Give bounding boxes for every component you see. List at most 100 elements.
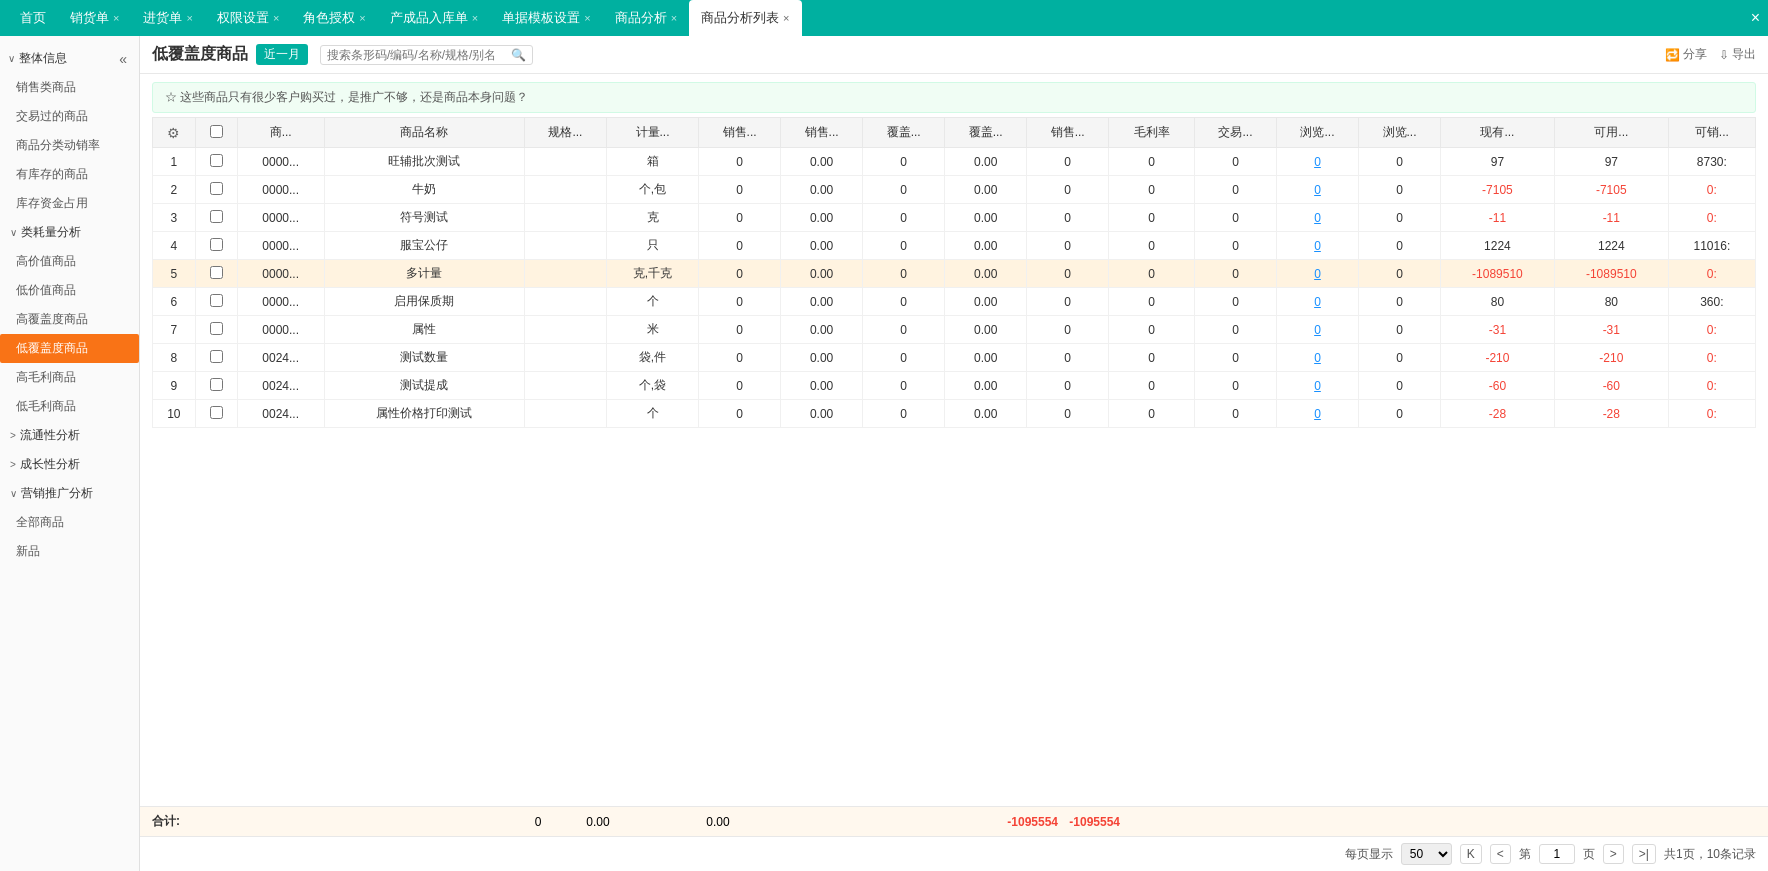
col-current[interactable]: 现有... [1441, 118, 1555, 148]
col-sales3[interactable]: 销售... [1027, 118, 1109, 148]
nav-goods-analysis-list[interactable]: 商品分析列表 × [689, 0, 801, 36]
nav-close-goods-analysis-list[interactable]: × [783, 12, 789, 24]
row-checkbox[interactable] [195, 204, 237, 232]
row-checkbox[interactable] [195, 344, 237, 372]
page-input[interactable] [1539, 844, 1575, 864]
last-page-btn[interactable]: >| [1632, 844, 1656, 864]
sidebar-consumption-section[interactable]: ∨ 类耗量分析 [0, 218, 139, 247]
sidebar-item-low-margin[interactable]: 低毛利商品 [0, 392, 139, 421]
browse1-link[interactable]: 0 [1314, 183, 1321, 197]
sidebar-growth-section[interactable]: > 成长性分析 [0, 450, 139, 479]
prev-page-btn[interactable]: < [1490, 844, 1511, 864]
row-checkbox[interactable] [195, 288, 237, 316]
col-browse1[interactable]: 浏览... [1276, 118, 1358, 148]
nav-close-permissions[interactable]: × [273, 12, 279, 24]
row-browse1[interactable]: 0 [1276, 400, 1358, 428]
browse1-link[interactable]: 0 [1314, 211, 1321, 225]
sidebar-item-traded-goods[interactable]: 交易过的商品 [0, 102, 139, 131]
nav-close-roles[interactable]: × [359, 12, 365, 24]
col-unit[interactable]: 计量... [606, 118, 698, 148]
sidebar-collapse-btn[interactable]: « [115, 51, 131, 67]
nav-home[interactable]: 首页 [8, 0, 58, 36]
col-code[interactable]: 商... [237, 118, 324, 148]
sidebar-item-high-value[interactable]: 高价值商品 [0, 247, 139, 276]
row-browse1[interactable]: 0 [1276, 148, 1358, 176]
search-input[interactable] [327, 48, 507, 62]
sidebar-item-new-goods[interactable]: 新品 [0, 537, 139, 566]
col-settings[interactable]: ⚙ [153, 118, 196, 148]
sidebar-overall-header[interactable]: ∨ 整体信息 [8, 50, 67, 67]
row-checkbox[interactable] [195, 148, 237, 176]
sidebar-item-inventory-capital[interactable]: 库存资金占用 [0, 189, 139, 218]
sidebar-marketing-section[interactable]: ∨ 营销推广分析 [0, 479, 139, 508]
browse1-link[interactable]: 0 [1314, 407, 1321, 421]
row-browse1[interactable]: 0 [1276, 232, 1358, 260]
nav-close-right[interactable]: × [1751, 9, 1760, 27]
row-checkbox[interactable] [195, 400, 237, 428]
browse1-link[interactable]: 0 [1314, 267, 1321, 281]
sidebar-item-sales-goods[interactable]: 销售类商品 [0, 73, 139, 102]
browse1-link[interactable]: 0 [1314, 295, 1321, 309]
nav-purchase[interactable]: 进货单 × [131, 0, 204, 36]
row-browse1[interactable]: 0 [1276, 344, 1358, 372]
share-button[interactable]: 🔁 分享 [1665, 46, 1707, 63]
browse1-link[interactable]: 0 [1314, 379, 1321, 393]
nav-sales[interactable]: 销货单 × [58, 0, 131, 36]
row-browse1[interactable]: 0 [1276, 176, 1358, 204]
row-browse1[interactable]: 0 [1276, 204, 1358, 232]
col-sales-amt[interactable]: 销售... [781, 118, 863, 148]
nav-roles[interactable]: 角色授权 × [291, 0, 377, 36]
nav-close-purchase[interactable]: × [186, 12, 192, 24]
nav-close-template[interactable]: × [584, 12, 590, 24]
browse1-link[interactable]: 0 [1314, 239, 1321, 253]
select-all-checkbox[interactable] [210, 125, 223, 138]
period-button[interactable]: 近一月 [256, 44, 308, 65]
first-page-btn[interactable]: K [1460, 844, 1482, 864]
col-trans[interactable]: 交易... [1194, 118, 1276, 148]
sidebar-circulation-section[interactable]: > 流通性分析 [0, 421, 139, 450]
browse1-link[interactable]: 0 [1314, 351, 1321, 365]
col-name[interactable]: 商品名称 [324, 118, 524, 148]
col-spec[interactable]: 规格... [524, 118, 606, 148]
row-browse1[interactable]: 0 [1276, 260, 1358, 288]
sidebar-item-high-margin[interactable]: 高毛利商品 [0, 363, 139, 392]
row-code: 0000... [237, 288, 324, 316]
col-sales-qty[interactable]: 销售... [699, 118, 781, 148]
col-cover1[interactable]: 覆盖... [863, 118, 945, 148]
nav-goods-analysis[interactable]: 商品分析 × [603, 0, 689, 36]
sidebar-item-high-coverage[interactable]: 高覆盖度商品 [0, 305, 139, 334]
sidebar-item-stocked-goods[interactable]: 有库存的商品 [0, 160, 139, 189]
row-checkbox[interactable] [195, 176, 237, 204]
sidebar-item-low-value[interactable]: 低价值商品 [0, 276, 139, 305]
col-gross[interactable]: 毛利率 [1109, 118, 1195, 148]
row-checkbox[interactable] [195, 260, 237, 288]
row-checkbox[interactable] [195, 372, 237, 400]
col-browse2[interactable]: 浏览... [1359, 118, 1441, 148]
nav-product-warehouse[interactable]: 产成品入库单 × [378, 0, 490, 36]
next-page-btn[interactable]: > [1603, 844, 1624, 864]
row-browse1[interactable]: 0 [1276, 372, 1358, 400]
nav-permissions[interactable]: 权限设置 × [205, 0, 291, 36]
col-sellable[interactable]: 可销... [1668, 118, 1755, 148]
sidebar-item-low-coverage[interactable]: 低覆盖度商品 [0, 334, 139, 363]
search-icon[interactable]: 🔍 [511, 48, 526, 62]
sidebar-item-category-rate[interactable]: 商品分类动销率 [0, 131, 139, 160]
sidebar-item-all-goods[interactable]: 全部商品 [0, 508, 139, 537]
row-checkbox[interactable] [195, 232, 237, 260]
nav-close-goods-analysis[interactable]: × [671, 12, 677, 24]
col-cover2[interactable]: 覆盖... [945, 118, 1027, 148]
col-available[interactable]: 可用... [1554, 118, 1668, 148]
browse1-link[interactable]: 0 [1314, 155, 1321, 169]
row-checkbox[interactable] [195, 316, 237, 344]
export-button[interactable]: ⇩ 导出 [1719, 46, 1756, 63]
page-size-select[interactable]: 50 20 100 [1401, 843, 1452, 865]
nav-template[interactable]: 单据模板设置 × [490, 0, 602, 36]
export-icon: ⇩ [1719, 48, 1729, 62]
settings-icon[interactable]: ⚙ [167, 125, 180, 141]
row-browse1[interactable]: 0 [1276, 316, 1358, 344]
col-checkbox[interactable] [195, 118, 237, 148]
nav-close-product-warehouse[interactable]: × [472, 12, 478, 24]
browse1-link[interactable]: 0 [1314, 323, 1321, 337]
row-browse1[interactable]: 0 [1276, 288, 1358, 316]
nav-close-sales[interactable]: × [113, 12, 119, 24]
